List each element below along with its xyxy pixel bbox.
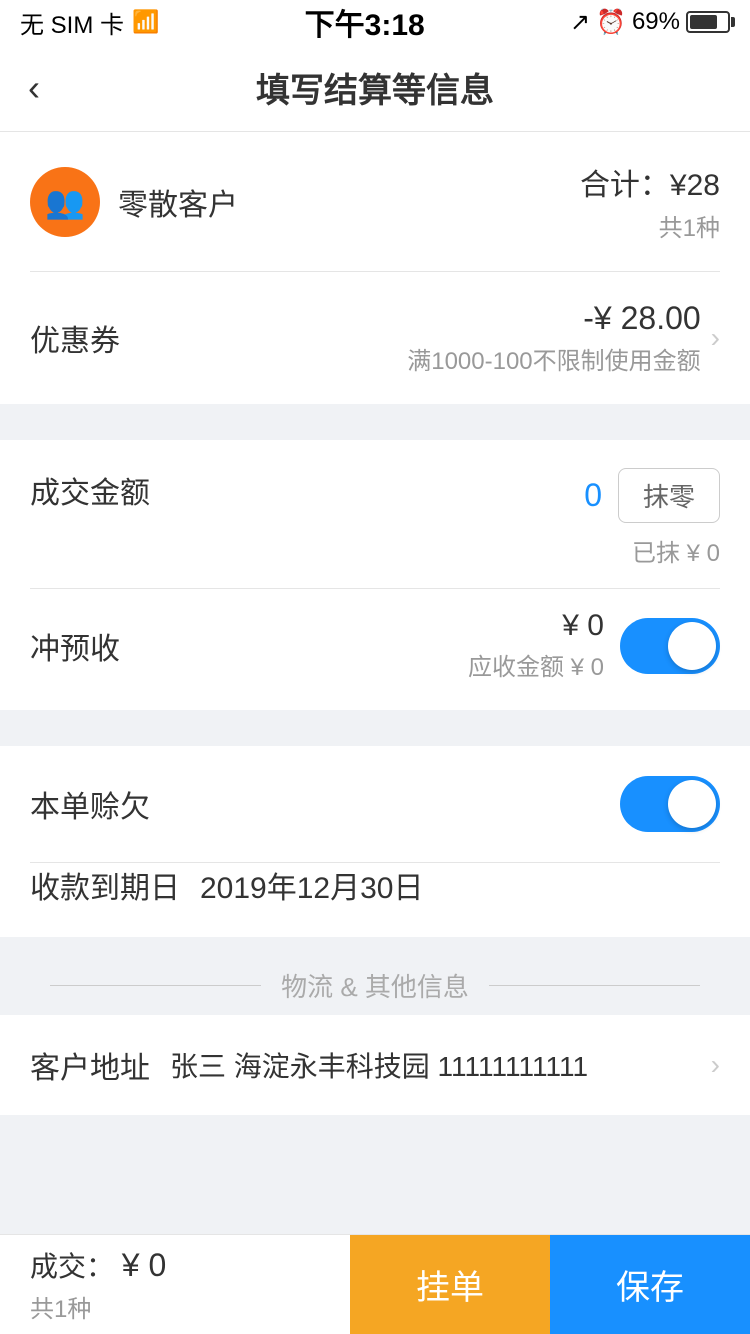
nav-bar: ‹ 填写结算等信息 xyxy=(0,44,750,132)
prepay-amount: ¥ 0 xyxy=(468,609,604,643)
customer-name: 零散客户 xyxy=(118,180,238,224)
status-time: 下午3:18 xyxy=(305,0,425,44)
prepayment-toggle[interactable] xyxy=(620,618,720,674)
address-label: 客户地址 xyxy=(30,1043,150,1087)
prepay-right: ¥ 0 应收金额 ¥ 0 xyxy=(468,609,720,682)
coupon-row[interactable]: 优惠券 -¥ 28.00 满1000-100不限制使用金额 › xyxy=(0,272,750,404)
due-date-row[interactable]: 收款到期日 2019年12月30日 xyxy=(0,863,750,937)
back-button[interactable]: ‹ xyxy=(28,67,40,109)
debt-card: 本单赊欠 收款到期日 2019年12月30日 xyxy=(0,746,750,937)
coupon-right: -¥ 28.00 满1000-100不限制使用金额 › xyxy=(407,300,720,376)
prepay-sub: 应收金额 ¥ 0 xyxy=(468,647,604,682)
avatar-icon: 👥 xyxy=(45,183,85,221)
chevron-right-icon: › xyxy=(711,322,720,354)
bottom-bar: 成交： ¥ 0 共1种 挂单 保存 xyxy=(0,1234,750,1334)
due-date-value: 2019年12月30日 xyxy=(200,863,423,907)
status-bar: 无 SIM 卡 📶 下午3:18 ↗ ⏰ 69% xyxy=(0,0,750,44)
amount-right: 0 抹零 xyxy=(584,468,720,523)
logistics-separator: 物流 & 其他信息 xyxy=(0,955,750,1015)
bottom-deal-label: 成交： xyxy=(30,1251,114,1282)
status-left: 无 SIM 卡 📶 xyxy=(20,5,159,40)
transaction-card: 成交金额 0 抹零 已抹 ¥ 0 冲预收 ¥ 0 应收金额 ¥ 0 xyxy=(0,440,750,710)
item-count: 共1种 xyxy=(580,208,720,243)
alarm-icon: ⏰ xyxy=(596,8,626,37)
customer-info: 👥 零散客户 xyxy=(30,167,238,237)
prepayment-label: 冲预收 xyxy=(30,624,120,668)
coupon-desc: 满1000-100不限制使用金额 xyxy=(407,341,700,376)
debt-row: 本单赊欠 xyxy=(0,746,750,862)
save-button[interactable]: 保存 xyxy=(550,1235,750,1334)
address-chevron-icon: › xyxy=(711,1049,720,1081)
bottom-count: 共1种 xyxy=(30,1289,320,1324)
transaction-sub: 已抹 ¥ 0 xyxy=(0,533,750,588)
debt-label: 本单赊欠 xyxy=(30,782,150,826)
address-row[interactable]: 客户地址 张三 海淀永丰科技园 11111111111 › xyxy=(0,1015,750,1115)
section-separator-1 xyxy=(0,422,750,440)
pending-button[interactable]: 挂单 xyxy=(350,1235,550,1334)
customer-card: 👥 零散客户 合计：¥28 共1种 优惠券 -¥ 28.00 满1000-100… xyxy=(0,132,750,404)
transaction-label: 成交金额 xyxy=(30,468,150,512)
debt-toggle[interactable] xyxy=(620,776,720,832)
battery-percent: 69% xyxy=(632,8,680,36)
prepayment-row: 冲预收 ¥ 0 应收金额 ¥ 0 xyxy=(0,589,750,710)
toggle-knob xyxy=(668,622,716,670)
address-card: 客户地址 张三 海淀永丰科技园 11111111111 › xyxy=(0,1015,750,1115)
transaction-amount-row: 成交金额 0 抹零 xyxy=(0,440,750,533)
due-date-label: 收款到期日 xyxy=(30,863,180,907)
round-button[interactable]: 抹零 xyxy=(618,468,720,523)
transaction-value: 0 xyxy=(584,477,602,514)
page-title: 填写结算等信息 xyxy=(256,63,494,112)
debt-toggle-knob xyxy=(668,780,716,828)
prepay-values: ¥ 0 应收金额 ¥ 0 xyxy=(468,609,604,682)
total-amount: 合计：¥28 xyxy=(580,160,720,204)
bottom-info: 成交： ¥ 0 共1种 xyxy=(0,1245,350,1324)
wifi-icon: 📶 xyxy=(132,9,159,35)
section-separator-2 xyxy=(0,728,750,746)
coupon-discount: -¥ 28.00 xyxy=(407,300,700,337)
carrier-text: 无 SIM 卡 xyxy=(20,5,124,40)
avatar: 👥 xyxy=(30,167,100,237)
logistics-label: 物流 & 其他信息 xyxy=(261,967,489,1004)
coupon-label: 优惠券 xyxy=(30,316,120,360)
bottom-deal-amount: ¥ 0 xyxy=(122,1247,166,1283)
status-right: ↗ ⏰ 69% xyxy=(570,8,730,37)
customer-total: 合计：¥28 共1种 xyxy=(580,160,720,243)
bottom-deal-row: 成交： ¥ 0 xyxy=(30,1245,320,1285)
location-icon: ↗ xyxy=(570,8,590,37)
battery-icon xyxy=(686,11,730,33)
address-value: 张三 海淀永丰科技园 11111111111 xyxy=(150,1045,711,1085)
customer-row: 👥 零散客户 合计：¥28 共1种 xyxy=(0,132,750,271)
